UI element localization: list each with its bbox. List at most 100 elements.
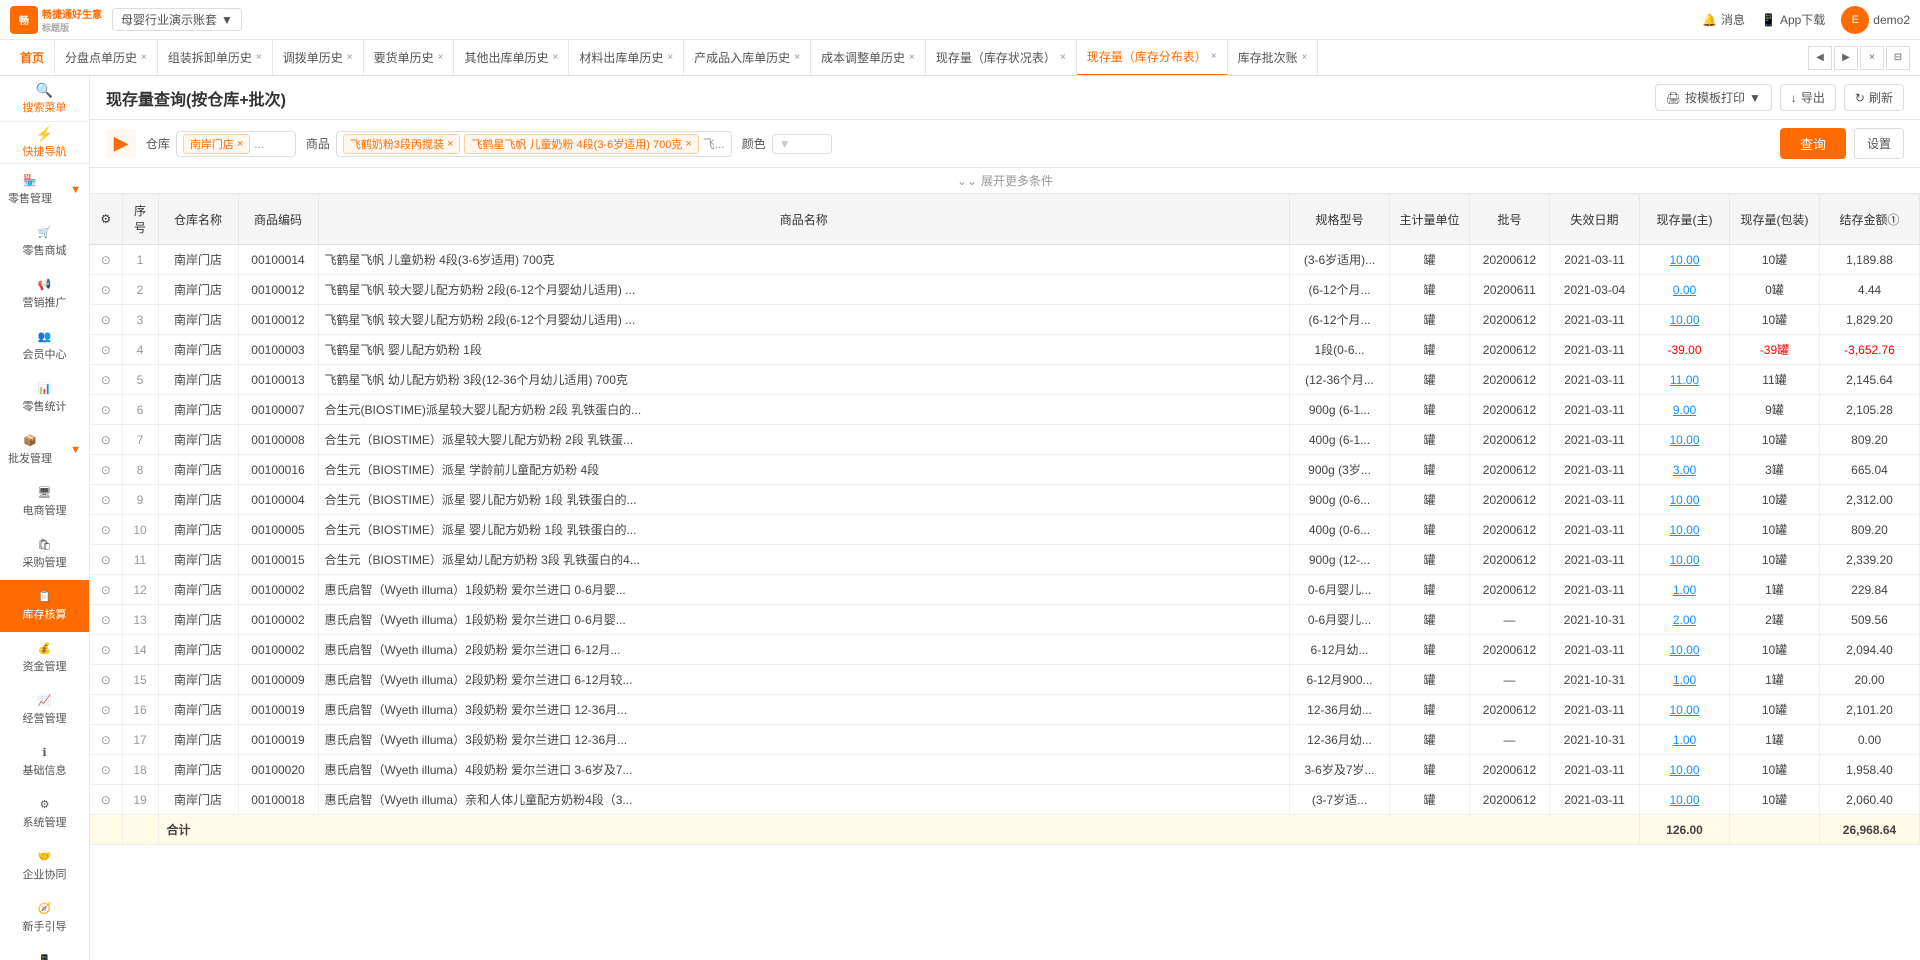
template-print-btn[interactable]: 🖨 按模板打印 ▼ xyxy=(1655,84,1772,111)
message-btn[interactable]: 🔔 消息 xyxy=(1702,11,1745,28)
row-qty-main[interactable]: 10.00 xyxy=(1640,545,1730,575)
row-qty-main[interactable]: 10.00 xyxy=(1640,785,1730,815)
tab-close-调拨单历史[interactable]: × xyxy=(347,52,353,63)
row-qty-main[interactable]: 9.00 xyxy=(1640,395,1730,425)
qty-main-link[interactable]: 2.00 xyxy=(1673,613,1696,627)
row-qty-main[interactable]: 10.00 xyxy=(1640,485,1730,515)
product-tag-close-1[interactable]: × xyxy=(685,138,691,150)
product-tag-container[interactable]: 飞鹤奶粉3段丙搅装 × 飞鹤星飞帆 儿童奶粉 4段(3-6岁适用) 700克 ×… xyxy=(336,131,732,157)
row-qty-main[interactable]: 10.00 xyxy=(1640,305,1730,335)
row-settings-icon[interactable]: ⊙ xyxy=(101,763,111,777)
row-settings[interactable]: ⊙ xyxy=(90,725,122,755)
warehouse-more[interactable]: ... xyxy=(254,137,264,151)
tab-next-btn[interactable]: ▶ xyxy=(1834,46,1858,70)
tab-产成品历史[interactable]: 产成品入库单历史 × xyxy=(684,40,811,76)
qty-main-link[interactable]: 10.00 xyxy=(1669,553,1699,567)
row-settings[interactable]: ⊙ xyxy=(90,245,122,275)
row-qty-main[interactable]: 10.00 xyxy=(1640,755,1730,785)
sidebar-item-basic[interactable]: ℹ基础信息 xyxy=(0,736,89,788)
row-settings[interactable]: ⊙ xyxy=(90,545,122,575)
row-qty-main[interactable]: 1.00 xyxy=(1640,665,1730,695)
row-qty-main[interactable]: 2.00 xyxy=(1640,605,1730,635)
workspace-selector[interactable]: 母婴行业演示账套 ▼ xyxy=(112,8,242,31)
row-settings[interactable]: ⊙ xyxy=(90,575,122,605)
product-tag-1[interactable]: 飞鹤星飞帆 儿童奶粉 4段(3-6岁适用) 700克 × xyxy=(464,134,698,154)
qty-main-link[interactable]: -39.00 xyxy=(1667,343,1701,357)
row-settings[interactable]: ⊙ xyxy=(90,755,122,785)
warehouse-tag-container[interactable]: 南岸门店 × ... xyxy=(176,131,296,157)
sidebar-search[interactable]: 🔍 搜索菜单 xyxy=(0,76,89,122)
qty-main-link[interactable]: 9.00 xyxy=(1673,403,1696,417)
qty-main-link[interactable]: 10.00 xyxy=(1669,433,1699,447)
row-settings-icon[interactable]: ⊙ xyxy=(101,463,111,477)
tab-menu-btn[interactable]: ⊟ xyxy=(1886,46,1910,70)
row-settings-icon[interactable]: ⊙ xyxy=(101,733,111,747)
warehouse-tag-0[interactable]: 南岸门店 × xyxy=(183,134,250,154)
qty-main-link[interactable]: 10.00 xyxy=(1669,523,1699,537)
qty-main-link[interactable]: 1.00 xyxy=(1673,733,1696,747)
tab-材料出库历史[interactable]: 材料出库单历史 × xyxy=(569,40,684,76)
row-settings-icon[interactable]: ⊙ xyxy=(101,433,111,447)
row-settings-icon[interactable]: ⊙ xyxy=(101,403,111,417)
row-settings[interactable]: ⊙ xyxy=(90,365,122,395)
row-settings-icon[interactable]: ⊙ xyxy=(101,553,111,567)
row-settings[interactable]: ⊙ xyxy=(90,635,122,665)
sidebar-item-inventory[interactable]: 📋库存核算 xyxy=(0,580,89,632)
row-settings[interactable]: ⊙ xyxy=(90,305,122,335)
row-settings-icon[interactable]: ⊙ xyxy=(101,793,111,807)
user-profile[interactable]: E demo2 xyxy=(1841,6,1910,34)
row-qty-main[interactable]: 10.00 xyxy=(1640,245,1730,275)
tab-close-产成品历史[interactable]: × xyxy=(794,52,800,63)
sidebar-item-finance[interactable]: 💰资金管理 xyxy=(0,632,89,684)
tab-其他出库历史[interactable]: 其他出库单历史 × xyxy=(454,40,569,76)
qty-main-link[interactable]: 0.00 xyxy=(1673,283,1696,297)
tab-调拨单历史[interactable]: 调拨单历史 × xyxy=(273,40,364,76)
sidebar-item-guide[interactable]: 🧭新手引导 xyxy=(0,892,89,944)
tab-要货单历史[interactable]: 要货单历史 × xyxy=(364,40,455,76)
sidebar-item-retail-mgmt[interactable]: 🏪 零售管理 ▼ xyxy=(0,164,89,216)
qty-main-link[interactable]: 10.00 xyxy=(1669,763,1699,777)
qty-main-link[interactable]: 10.00 xyxy=(1669,253,1699,267)
query-btn[interactable]: 查询 xyxy=(1780,128,1846,159)
tab-close-分盘历史[interactable]: × xyxy=(141,52,147,63)
row-qty-main[interactable]: 10.00 xyxy=(1640,515,1730,545)
tab-现存量库存状况[interactable]: 现存量（库存状况表） × xyxy=(926,40,1077,76)
sidebar-item-retail-shop[interactable]: 🛒零售商城 xyxy=(0,216,89,268)
setting-btn[interactable]: 设置 xyxy=(1854,128,1904,159)
col-settings[interactable]: ⚙ xyxy=(90,194,122,245)
row-qty-main[interactable]: 1.00 xyxy=(1640,725,1730,755)
sidebar-item-operation[interactable]: 📈经营管理 xyxy=(0,684,89,736)
color-tag-container[interactable]: ▼ xyxy=(772,134,832,154)
row-settings[interactable]: ⊙ xyxy=(90,335,122,365)
sidebar-item-purchase[interactable]: 🛍采购管理 xyxy=(0,528,89,580)
row-settings-icon[interactable]: ⊙ xyxy=(101,673,111,687)
row-settings-icon[interactable]: ⊙ xyxy=(101,703,111,717)
row-settings[interactable]: ⊙ xyxy=(90,605,122,635)
sidebar-item-marketing[interactable]: 📢营销推广 xyxy=(0,268,89,320)
tab-close-现存量库存分布[interactable]: × xyxy=(1211,51,1217,62)
app-download-btn[interactable]: 📱 App下载 xyxy=(1761,11,1825,28)
qty-main-link[interactable]: 1.00 xyxy=(1673,583,1696,597)
expand-more-btn[interactable]: ⌄⌄ 展开更多条件 xyxy=(957,172,1053,189)
sidebar-item-retail-stats[interactable]: 📊零售统计 xyxy=(0,372,89,424)
row-settings[interactable]: ⊙ xyxy=(90,395,122,425)
sidebar-item-corp[interactable]: 🤝企业协同 xyxy=(0,840,89,892)
tab-现存量库存分布[interactable]: 现存量（库存分布表） × xyxy=(1077,40,1228,76)
qty-main-link[interactable]: 10.00 xyxy=(1669,703,1699,717)
row-qty-main[interactable]: -39.00 xyxy=(1640,335,1730,365)
row-qty-main[interactable]: 1.00 xyxy=(1640,575,1730,605)
row-settings[interactable]: ⊙ xyxy=(90,455,122,485)
tab-成本调整历史[interactable]: 成本调整单历史 × xyxy=(811,40,926,76)
qty-main-link[interactable]: 10.00 xyxy=(1669,313,1699,327)
row-settings-icon[interactable]: ⊙ xyxy=(101,643,111,657)
row-settings-icon[interactable]: ⊙ xyxy=(101,343,111,357)
row-settings-icon[interactable]: ⊙ xyxy=(101,373,111,387)
sidebar-nav[interactable]: ⚡ 快捷导航 xyxy=(0,122,89,164)
row-settings[interactable]: ⊙ xyxy=(90,785,122,815)
qty-main-link[interactable]: 11.00 xyxy=(1670,373,1699,387)
tab-组装拆卸历史[interactable]: 组装拆卸单历史 × xyxy=(158,40,273,76)
qty-main-link[interactable]: 10.00 xyxy=(1669,493,1699,507)
tab-close-库存批次账[interactable]: × xyxy=(1302,52,1308,63)
row-qty-main[interactable]: 10.00 xyxy=(1640,425,1730,455)
filter-expand-btn[interactable]: ▶ xyxy=(106,129,136,158)
